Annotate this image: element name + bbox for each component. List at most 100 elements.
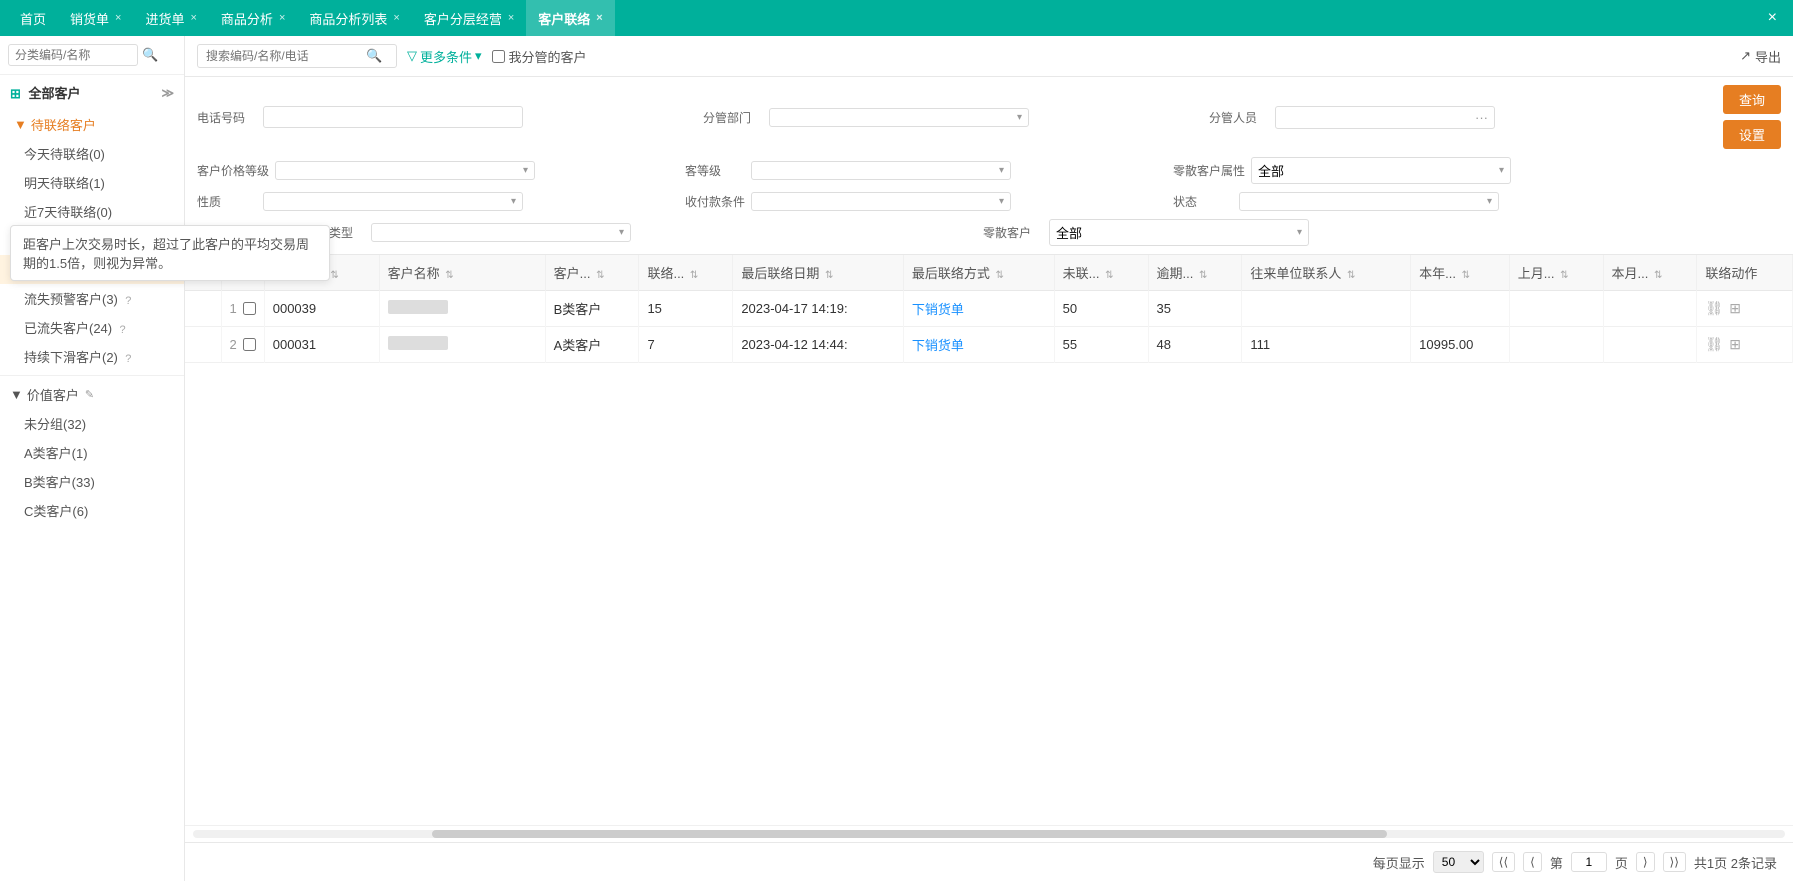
value-arrow-icon: ▼ xyxy=(10,387,23,402)
sidebar-item-tomorrow[interactable]: 明天待联络(1) xyxy=(0,168,184,197)
filter-action-buttons: 查询 设置 xyxy=(1723,85,1781,149)
filter-more-conditions[interactable]: ▽ 更多条件 ▾ xyxy=(407,47,482,66)
sidebar-value-group[interactable]: ▼ 价值客户 ✎ xyxy=(0,380,184,409)
retail-attr-select[interactable]: 全部 ▾ xyxy=(1251,157,1511,184)
row1-select-checkbox[interactable] xyxy=(243,302,256,315)
price-level-select[interactable]: ▾ xyxy=(275,161,535,180)
horizontal-scrollbar[interactable] xyxy=(185,825,1793,842)
page-number-input[interactable] xyxy=(1571,852,1607,872)
row1-last-contact-method: 下销货单 xyxy=(903,291,1054,327)
pending-arrow-icon: ▼ xyxy=(14,117,27,132)
th-last-contact-method: 最后联络方式 ⇅ xyxy=(903,255,1054,291)
value-group-edit-icon[interactable]: ✎ xyxy=(85,388,94,401)
row1-checkbox: 1 xyxy=(221,291,264,327)
sidebar-item-class-c[interactable]: C类客户(6) xyxy=(0,496,184,525)
filter-search-icon[interactable]: 🔍 xyxy=(366,48,382,64)
code-sort-icon[interactable]: ⇅ xyxy=(330,270,338,281)
filter-row-1: 电话号码 分管部门 ▾ 分管人员 ··· xyxy=(197,85,1781,149)
filter-search-input[interactable] xyxy=(206,49,366,63)
sidebar-search-input[interactable] xyxy=(8,44,138,66)
filter-retail-attr: 零散客户属性 全部 ▾ xyxy=(1173,157,1653,184)
sidebar-item-lost[interactable]: 已流失客户(24) ? xyxy=(0,313,184,342)
nav-customer-segment-close[interactable]: × xyxy=(508,12,514,24)
setting-button[interactable]: 设置 xyxy=(1723,120,1781,149)
row2-link-icon[interactable]: ⛓ xyxy=(1705,336,1723,353)
row1-link-icon[interactable]: ⛓ xyxy=(1705,300,1723,317)
sidebar-item-class-a[interactable]: A类客户(1) xyxy=(0,438,184,467)
row2-last-contact-method: 下销货单 xyxy=(903,327,1054,363)
scrollbar-thumb[interactable] xyxy=(432,830,1387,838)
nature-select[interactable]: ▾ xyxy=(263,192,523,211)
prev-page-btn[interactable]: ⟨ xyxy=(1523,852,1542,872)
per-page-select[interactable]: 50 20 100 xyxy=(1433,851,1484,873)
row2-contact-method-link[interactable]: 下销货单 xyxy=(912,338,964,353)
row1-last-contact-date: 2023-04-17 14:19: xyxy=(733,291,904,327)
phone-input[interactable] xyxy=(263,106,523,128)
row1-contact-method-link[interactable]: 下销货单 xyxy=(912,302,964,317)
last-month-sort-icon[interactable]: ⇅ xyxy=(1560,270,1568,281)
sidebar-item-loss-warning[interactable]: 流失预警客户(3) ? xyxy=(0,284,184,313)
nav-customer-contact[interactable]: 客户联络 × xyxy=(526,0,614,36)
sidebar-item-declining[interactable]: 持续下滑客户(2) ? xyxy=(0,342,184,371)
customer-level-select[interactable]: ▾ xyxy=(751,161,1011,180)
customer-table: ⚙ 客户编码 ⇅ 客户名称 ⇅ xyxy=(185,255,1793,363)
customer-type-select[interactable]: ▾ xyxy=(371,223,631,242)
tooltip-box: 距客户上次交易时长，超过了此客户的平均交易周期的1.5倍，则视为异常。 xyxy=(10,225,330,281)
nav-product-list-close[interactable]: × xyxy=(393,12,399,24)
sidebar-item-today[interactable]: 今天待联络(0) xyxy=(0,139,184,168)
last-contact-method-sort-icon[interactable]: ⇅ xyxy=(995,270,1003,281)
contact-count-sort-icon[interactable]: ⇅ xyxy=(690,270,698,281)
sidebar-search-icon[interactable]: 🔍 xyxy=(142,47,158,63)
row1-company-contact xyxy=(1242,291,1411,327)
overdue-sort-icon[interactable]: ⇅ xyxy=(1199,270,1207,281)
sidebar-item-7days[interactable]: 近7天待联络(0) xyxy=(0,197,184,226)
query-button[interactable]: 查询 xyxy=(1723,85,1781,114)
my-customer-checkbox[interactable] xyxy=(492,50,505,63)
retail-customer-select[interactable]: 全部 ▾ xyxy=(1049,219,1309,246)
sidebar-collapse-btn[interactable]: ≫ xyxy=(161,86,174,100)
this-year-sort-icon[interactable]: ⇅ xyxy=(1462,270,1470,281)
last-page-btn[interactable]: ⟩⟩ xyxy=(1663,852,1686,872)
next-page-btn[interactable]: ⟩ xyxy=(1636,852,1655,872)
first-page-btn[interactable]: ⟨⟨ xyxy=(1492,852,1515,872)
customer-type-sort-icon[interactable]: ⇅ xyxy=(596,270,604,281)
th-company-contact: 往来单位联系人 ⇅ xyxy=(1242,255,1411,291)
row1-grid-icon[interactable]: ⊞ xyxy=(1729,300,1741,317)
filter-price-level: 客户价格等级 ▾ xyxy=(197,161,677,180)
nav-product-analysis[interactable]: 商品分析 × xyxy=(209,0,297,36)
nav-customer-segment[interactable]: 客户分层经营 × xyxy=(412,0,526,36)
nature-arrow-icon: ▾ xyxy=(511,196,516,207)
sidebar-pending-group[interactable]: ▼ 待联络客户 xyxy=(0,110,184,139)
window-close-button[interactable]: × xyxy=(1760,9,1785,27)
nav-sales-close[interactable]: × xyxy=(115,12,121,24)
row1-customer-type: B类客户 xyxy=(545,291,639,327)
filter-manager: 分管人员 ··· xyxy=(1209,106,1707,129)
my-customer-filter: 我分管的客户 xyxy=(492,47,587,66)
row2-grid-icon[interactable]: ⊞ xyxy=(1729,336,1741,353)
filter-customer-type: 客户类型 ▾ xyxy=(305,223,975,242)
nav-home[interactable]: 首页 xyxy=(8,0,58,36)
row2-name-placeholder xyxy=(388,336,448,350)
status-select[interactable]: ▾ xyxy=(1239,192,1499,211)
department-select[interactable]: ▾ xyxy=(769,108,1029,127)
export-button[interactable]: ↗ 导出 xyxy=(1740,47,1781,66)
name-sort-icon[interactable]: ⇅ xyxy=(445,270,453,281)
manager-dots-icon[interactable]: ··· xyxy=(1475,110,1488,125)
row2-select-checkbox[interactable] xyxy=(243,338,256,351)
nav-customer-contact-close[interactable]: × xyxy=(596,12,602,24)
nav-purchase[interactable]: 进货单 × xyxy=(133,0,208,36)
row2-uncontacted: 55 xyxy=(1054,327,1148,363)
this-month-sort-icon[interactable]: ⇅ xyxy=(1654,270,1662,281)
nav-product-list[interactable]: 商品分析列表 × xyxy=(297,0,411,36)
manager-select[interactable]: ··· xyxy=(1275,106,1495,129)
sidebar-item-ungrouped[interactable]: 未分组(32) xyxy=(0,409,184,438)
last-contact-date-sort-icon[interactable]: ⇅ xyxy=(825,270,833,281)
nav-sales[interactable]: 销货单 × xyxy=(58,0,133,36)
uncontacted-sort-icon[interactable]: ⇅ xyxy=(1105,270,1113,281)
payment-select[interactable]: ▾ xyxy=(751,192,1011,211)
nav-product-analysis-close[interactable]: × xyxy=(279,12,285,24)
company-contact-sort-icon[interactable]: ⇅ xyxy=(1347,270,1355,281)
sidebar-item-class-b[interactable]: B类客户(33) xyxy=(0,467,184,496)
nav-purchase-close[interactable]: × xyxy=(190,12,196,24)
filter-icon: ▽ xyxy=(407,48,417,64)
